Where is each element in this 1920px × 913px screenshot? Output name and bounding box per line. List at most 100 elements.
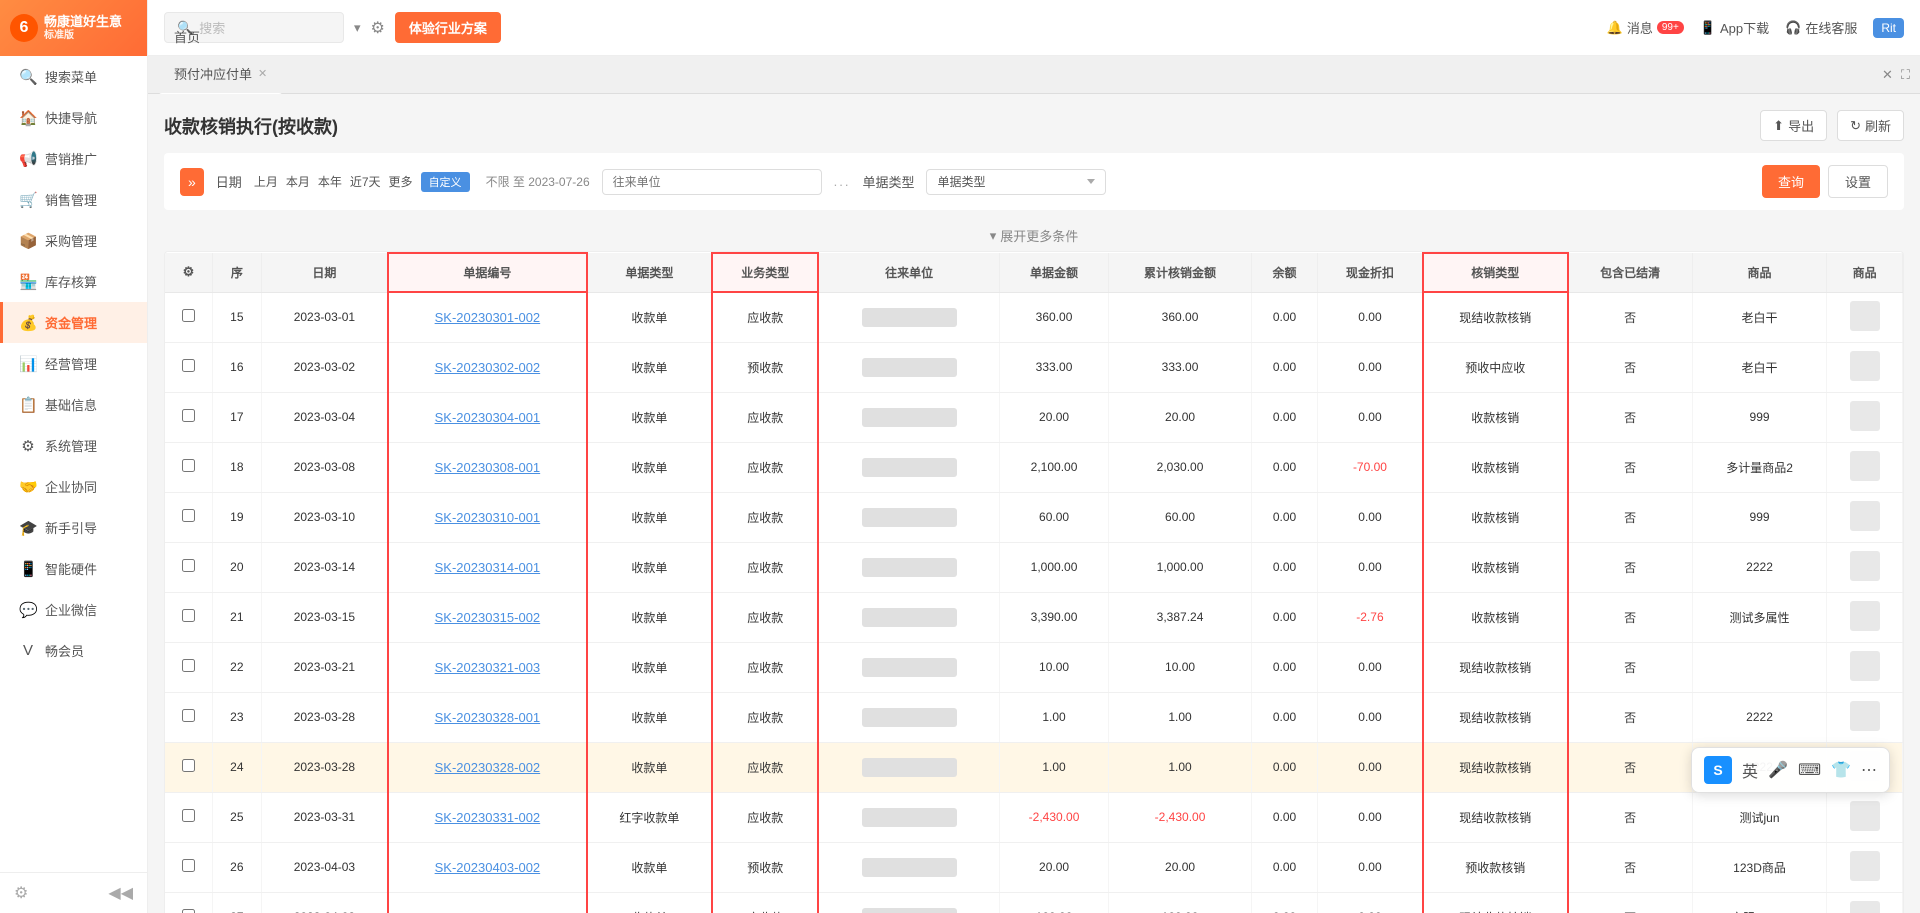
- col-gear[interactable]: ⚙: [165, 253, 212, 292]
- row-checkbox[interactable]: [182, 509, 195, 522]
- sidebar-item-sales[interactable]: 🛒销售管理: [0, 179, 147, 220]
- row-checkbox[interactable]: [182, 559, 195, 572]
- cell-checkbox[interactable]: [165, 392, 212, 442]
- col-product[interactable]: 商品: [1692, 253, 1827, 292]
- export-btn[interactable]: ⬆ 导出: [1760, 110, 1827, 141]
- cell-checkbox[interactable]: [165, 342, 212, 392]
- expand-icon[interactable]: ⛶: [1901, 67, 1910, 83]
- english-icon[interactable]: 英: [1742, 758, 1758, 782]
- doc-no-link[interactable]: SK-20230328-002: [435, 760, 541, 775]
- doc-no-link[interactable]: SK-20230403-002: [435, 860, 541, 875]
- doc-no-link[interactable]: SK-20230302-002: [435, 360, 541, 375]
- microphone-icon[interactable]: 🎤: [1768, 760, 1788, 780]
- tab-home[interactable]: 首页: [158, 19, 283, 56]
- cell-checkbox[interactable]: [165, 542, 212, 592]
- col-date[interactable]: 日期: [261, 253, 388, 292]
- col-balance[interactable]: 余额: [1252, 253, 1318, 292]
- col-writeoff-type[interactable]: 核销类型: [1423, 253, 1568, 292]
- sidebar-item-member[interactable]: V畅会员: [0, 630, 147, 671]
- tab-close-prepay-payable[interactable]: ✕: [258, 67, 267, 80]
- unit-input[interactable]: [602, 169, 822, 195]
- cell-checkbox[interactable]: [165, 592, 212, 642]
- date-last-month[interactable]: 上月: [254, 173, 278, 190]
- date-more[interactable]: 更多: [389, 173, 413, 190]
- cell-checkbox[interactable]: [165, 692, 212, 742]
- row-checkbox[interactable]: [182, 859, 195, 872]
- doc-no-link[interactable]: SK-20230331-002: [435, 810, 541, 825]
- doc-no-link[interactable]: SK-20230321-003: [435, 660, 541, 675]
- row-checkbox[interactable]: [182, 359, 195, 372]
- sidebar-item-hardware[interactable]: 📱智能硬件: [0, 548, 147, 589]
- col-unit[interactable]: 往来单位: [818, 253, 999, 292]
- sidebar-item-inventory[interactable]: 🏪库存核算: [0, 261, 147, 302]
- keyboard-icon[interactable]: ⌨: [1798, 760, 1821, 780]
- sidebar-item-quick-nav[interactable]: 🏠快捷导航: [0, 97, 147, 138]
- cell-checkbox[interactable]: [165, 892, 212, 913]
- user-avatar[interactable]: Rit: [1873, 18, 1904, 38]
- doc-no-link[interactable]: SK-20230315-002: [435, 610, 541, 625]
- sidebar-item-purchase[interactable]: 📦采购管理: [0, 220, 147, 261]
- sidebar-item-system[interactable]: ⚙系统管理: [0, 425, 147, 466]
- col-doc-no[interactable]: 单据编号: [388, 253, 587, 292]
- tab-prepay-payable[interactable]: 预付冲应付单✕: [158, 56, 283, 93]
- row-checkbox[interactable]: [182, 709, 195, 722]
- col-doc-type[interactable]: 单据类型: [587, 253, 712, 292]
- cell-checkbox[interactable]: [165, 292, 212, 342]
- app-download[interactable]: 📱 App下载: [1700, 18, 1769, 37]
- col-cumulative[interactable]: 累计核销金额: [1108, 253, 1251, 292]
- filter-expand-btn[interactable]: »: [180, 168, 204, 196]
- solution-btn[interactable]: 体验行业方案: [395, 12, 501, 43]
- doc-no-link[interactable]: SK-20230328-001: [435, 710, 541, 725]
- close-all-icon[interactable]: ✕: [1882, 67, 1893, 83]
- sidebar-item-guide[interactable]: 🎓新手引导: [0, 507, 147, 548]
- collapse-icon[interactable]: ◀◀: [108, 883, 133, 903]
- row-checkbox[interactable]: [182, 609, 195, 622]
- doc-no-link[interactable]: SK-20230314-001: [435, 560, 541, 575]
- doc-no-link[interactable]: SK-20230304-001: [435, 410, 541, 425]
- row-checkbox[interactable]: [182, 759, 195, 772]
- sogou-logo[interactable]: S: [1704, 756, 1732, 784]
- row-checkbox[interactable]: [182, 809, 195, 822]
- query-btn[interactable]: 查询: [1762, 165, 1820, 198]
- date-this-month[interactable]: 本月: [286, 173, 310, 190]
- settings-btn[interactable]: 设置: [1828, 165, 1888, 198]
- sidebar-item-finance[interactable]: 💰资金管理: [0, 302, 147, 343]
- gear-icon[interactable]: ⚙: [371, 18, 385, 38]
- row-checkbox[interactable]: [182, 659, 195, 672]
- date-7days[interactable]: 近7天: [350, 173, 381, 190]
- more-icon[interactable]: ⋯: [1861, 760, 1877, 780]
- custom-date-btn[interactable]: 自定义: [421, 172, 470, 192]
- col-cash-discount[interactable]: 现金折扣: [1318, 253, 1423, 292]
- sidebar-item-wechat[interactable]: 💬企业微信: [0, 589, 147, 630]
- settings-icon[interactable]: ⚙: [14, 883, 28, 903]
- online-service[interactable]: 🎧 在线客服: [1785, 18, 1857, 37]
- row-checkbox[interactable]: [182, 909, 195, 913]
- date-this-year[interactable]: 本年: [318, 173, 342, 190]
- cell-checkbox[interactable]: [165, 442, 212, 492]
- notifications[interactable]: 🔔 消息 99+: [1607, 18, 1684, 37]
- doc-type-select[interactable]: 单据类型: [926, 169, 1106, 195]
- skin-icon[interactable]: 👕: [1831, 760, 1851, 780]
- cell-checkbox[interactable]: [165, 492, 212, 542]
- col-include-settled[interactable]: 包含已结清: [1568, 253, 1693, 292]
- sidebar-item-search-menu[interactable]: 🔍搜索菜单: [0, 56, 147, 97]
- doc-no-link[interactable]: SK-20230310-001: [435, 510, 541, 525]
- doc-no-link[interactable]: SK-20230301-002: [435, 310, 541, 325]
- col-product-img[interactable]: 商品: [1827, 253, 1903, 292]
- dropdown-icon[interactable]: ▾: [354, 20, 361, 36]
- row-checkbox[interactable]: [182, 459, 195, 472]
- sidebar-item-operations[interactable]: 📊经营管理: [0, 343, 147, 384]
- cell-checkbox[interactable]: [165, 792, 212, 842]
- expand-more-bar[interactable]: ▾ 展开更多条件: [164, 220, 1904, 251]
- sidebar-item-base-info[interactable]: 📋基础信息: [0, 384, 147, 425]
- row-checkbox[interactable]: [182, 309, 195, 322]
- row-checkbox[interactable]: [182, 409, 195, 422]
- doc-no-link[interactable]: SK-20230308-001: [435, 460, 541, 475]
- sidebar-item-marketing[interactable]: 📢营销推广: [0, 138, 147, 179]
- col-biz-type[interactable]: 业务类型: [712, 253, 818, 292]
- cell-checkbox[interactable]: [165, 742, 212, 792]
- doc-no-link[interactable]: SK-20230408-001: [435, 910, 541, 913]
- cell-checkbox[interactable]: [165, 842, 212, 892]
- col-amount[interactable]: 单据金额: [1000, 253, 1109, 292]
- refresh-btn[interactable]: ↻ 刷新: [1837, 110, 1904, 141]
